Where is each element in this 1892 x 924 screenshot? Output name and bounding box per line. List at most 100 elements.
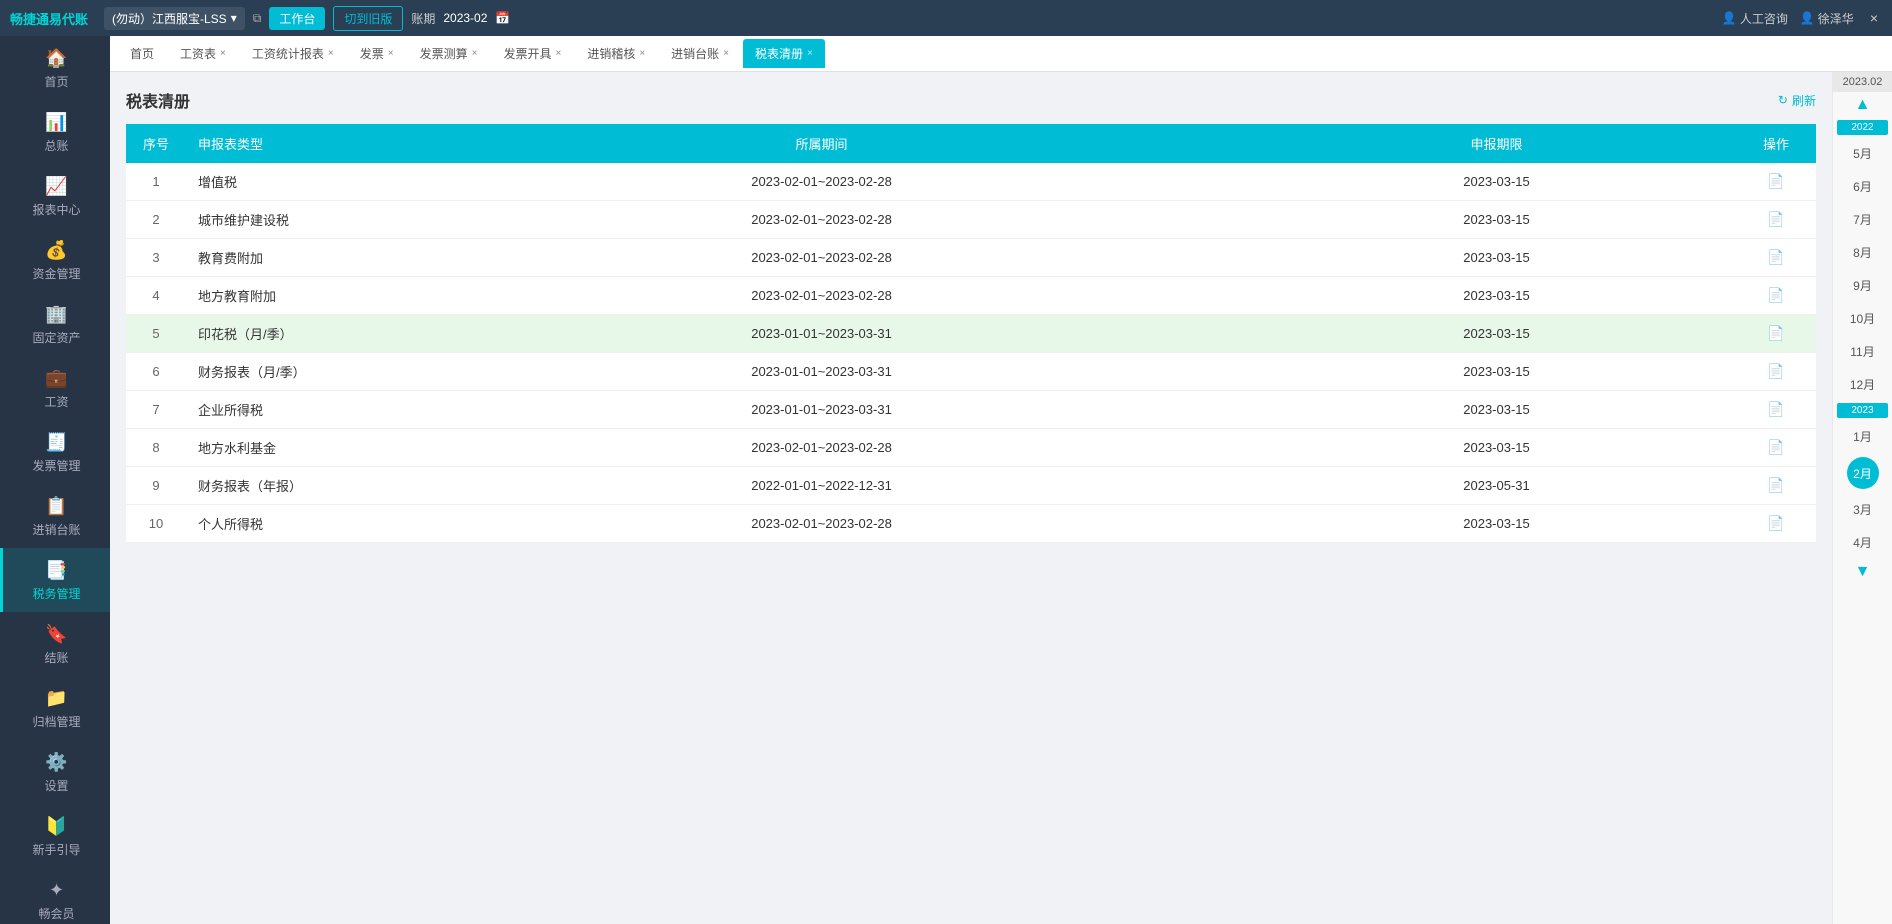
content-area: 首页 工资表 × 工资统计报表 × 发票 × 发票测算 × 发票开具 × <box>110 36 1892 924</box>
sidebar-item-home[interactable]: 🏠 首页 <box>0 36 110 100</box>
chevron-down-icon: ▾ <box>231 11 237 25</box>
tab-purchase-ledger-close[interactable]: × <box>723 48 729 59</box>
cell-action[interactable]: 📄 <box>1736 391 1816 429</box>
page-content: 税表清册 ↻ 刷新 序号 申报表类型 所属期间 申报期限 操作 <box>110 72 1832 924</box>
calendar-scroll-up[interactable]: ▲ <box>1851 92 1875 118</box>
cell-type: 地方水利基金 <box>186 429 386 467</box>
tab-invoice-open[interactable]: 发票开具 × <box>491 39 573 68</box>
salary-icon: 💼 <box>45 368 67 389</box>
calendar-month-jan[interactable]: 1月 <box>1833 420 1892 453</box>
sidebar-item-salary[interactable]: 💼 工资 <box>0 356 110 420</box>
action-icon[interactable]: 📄 <box>1767 363 1784 379</box>
table-row: 8 地方水利基金 2023-02-01~2023-02-28 2023-03-1… <box>126 429 1816 467</box>
reports-icon: 📈 <box>45 176 67 197</box>
action-icon[interactable]: 📄 <box>1767 515 1784 531</box>
period-label: 账期 <box>411 10 435 27</box>
action-icon[interactable]: 📄 <box>1767 173 1784 189</box>
action-icon[interactable]: 📄 <box>1767 401 1784 417</box>
sidebar-item-tax[interactable]: 📑 税务管理 <box>0 548 110 612</box>
cell-action[interactable]: 📄 <box>1736 163 1816 201</box>
calendar-month-aug[interactable]: 8月 <box>1833 236 1892 269</box>
calendar-month-dec[interactable]: 12月 <box>1833 368 1892 401</box>
close-window-button[interactable]: × <box>1866 10 1882 26</box>
cell-index: 1 <box>126 163 186 201</box>
cell-action[interactable]: 📄 <box>1736 505 1816 543</box>
calendar-month-nov[interactable]: 11月 <box>1833 335 1892 368</box>
sidebar-item-settlement[interactable]: 🔖 结账 <box>0 612 110 676</box>
cell-type: 个人所得税 <box>186 505 386 543</box>
tab-home-label: 首页 <box>130 45 154 62</box>
action-icon[interactable]: 📄 <box>1767 325 1784 341</box>
sidebar-item-member[interactable]: ✦ 畅会员 <box>0 868 110 924</box>
action-icon[interactable]: 📄 <box>1767 287 1784 303</box>
tab-tax-list[interactable]: 税表清册 × <box>743 39 825 68</box>
tab-salary-stats-close[interactable]: × <box>328 48 334 59</box>
tab-invoice[interactable]: 发票 × <box>348 39 406 68</box>
sidebar-item-settings[interactable]: ⚙️ 设置 <box>0 740 110 804</box>
calendar-month-sep[interactable]: 9月 <box>1833 269 1892 302</box>
table-row: 1 增值税 2023-02-01~2023-02-28 2023-03-15 📄 <box>126 163 1816 201</box>
consult-button[interactable]: 👤 人工咨询 <box>1722 10 1788 27</box>
cell-action[interactable]: 📄 <box>1736 467 1816 505</box>
calendar-month-jun[interactable]: 6月 <box>1833 170 1892 203</box>
sidebar-item-invoice[interactable]: 🧾 发票管理 <box>0 420 110 484</box>
sidebar-item-reports[interactable]: 📈 报表中心 <box>0 164 110 228</box>
tab-purchase-ledger-label: 进销台账 <box>671 45 719 62</box>
tab-invoice-calc-close[interactable]: × <box>472 48 478 59</box>
user-name[interactable]: 👤 徐泽华 <box>1800 10 1854 27</box>
tab-salary-stats[interactable]: 工资统计报表 × <box>240 39 346 68</box>
sidebar-item-fixed-assets[interactable]: 🏢 固定资产 <box>0 292 110 356</box>
switch-old-button[interactable]: 切到旧版 <box>333 6 403 31</box>
refresh-label: 刷新 <box>1792 92 1816 109</box>
cell-type: 增值税 <box>186 163 386 201</box>
workspace-button[interactable]: 工作台 <box>269 7 325 30</box>
cell-action[interactable]: 📄 <box>1736 315 1816 353</box>
action-icon[interactable]: 📄 <box>1767 439 1784 455</box>
col-header-deadline: 申报期限 <box>1257 124 1736 163</box>
sidebar-item-guide[interactable]: 🔰 新手引导 <box>0 804 110 868</box>
cell-type: 财务报表（年报） <box>186 467 386 505</box>
action-icon[interactable]: 📄 <box>1767 477 1784 493</box>
col-header-index: 序号 <box>126 124 186 163</box>
cell-action[interactable]: 📄 <box>1736 353 1816 391</box>
calendar-month-apr[interactable]: 4月 <box>1833 526 1892 559</box>
calendar-month-may[interactable]: 5月 <box>1833 137 1892 170</box>
cell-action[interactable]: 📄 <box>1736 239 1816 277</box>
cell-index: 8 <box>126 429 186 467</box>
tab-invoice-close[interactable]: × <box>388 48 394 59</box>
sidebar-item-ledger[interactable]: 📊 总账 <box>0 100 110 164</box>
cell-type: 财务报表（月/季） <box>186 353 386 391</box>
action-icon[interactable]: 📄 <box>1767 211 1784 227</box>
cell-action[interactable]: 📄 <box>1736 429 1816 467</box>
tab-home[interactable]: 首页 <box>118 39 166 68</box>
action-icon[interactable]: 📄 <box>1767 249 1784 265</box>
calendar-month-feb-active[interactable]: 2月 <box>1847 457 1879 489</box>
tab-salary[interactable]: 工资表 × <box>168 39 238 68</box>
consult-label: 人工咨询 <box>1740 10 1788 27</box>
calendar-month-mar[interactable]: 3月 <box>1833 493 1892 526</box>
table-row: 6 财务报表（月/季） 2023-01-01~2023-03-31 2023-0… <box>126 353 1816 391</box>
tab-tax-list-close[interactable]: × <box>807 48 813 59</box>
sidebar-label-fixed-assets: 固定资产 <box>32 329 80 346</box>
tab-salary-close[interactable]: × <box>220 48 226 59</box>
cell-period: 2023-02-01~2023-02-28 <box>386 163 1257 201</box>
sidebar-item-archive[interactable]: 📁 归档管理 <box>0 676 110 740</box>
calendar-scroll-down[interactable]: ▼ <box>1851 559 1875 585</box>
calendar-month-jul[interactable]: 7月 <box>1833 203 1892 236</box>
refresh-button[interactable]: ↻ 刷新 <box>1778 92 1816 109</box>
company-selector[interactable]: (勿动）江西服宝-LSS ▾ <box>104 7 245 30</box>
tab-invoice-open-label: 发票开具 <box>503 45 551 62</box>
cell-action[interactable]: 📄 <box>1736 277 1816 315</box>
tab-invoice-open-close[interactable]: × <box>555 48 561 59</box>
tab-invoice-calc[interactable]: 发票测算 × <box>408 39 490 68</box>
ledger-icon: 📊 <box>45 112 67 133</box>
sidebar-item-purchase-sales[interactable]: 📋 进销台账 <box>0 484 110 548</box>
tab-purchase-review[interactable]: 进销稽核 × <box>575 39 657 68</box>
sidebar-item-funds[interactable]: 💰 资金管理 <box>0 228 110 292</box>
tab-purchase-review-close[interactable]: × <box>639 48 645 59</box>
app-logo: 畅捷通易代账 <box>10 9 88 28</box>
tab-purchase-ledger[interactable]: 进销台账 × <box>659 39 741 68</box>
cell-action[interactable]: 📄 <box>1736 201 1816 239</box>
cell-period: 2023-02-01~2023-02-28 <box>386 429 1257 467</box>
calendar-month-oct[interactable]: 10月 <box>1833 302 1892 335</box>
